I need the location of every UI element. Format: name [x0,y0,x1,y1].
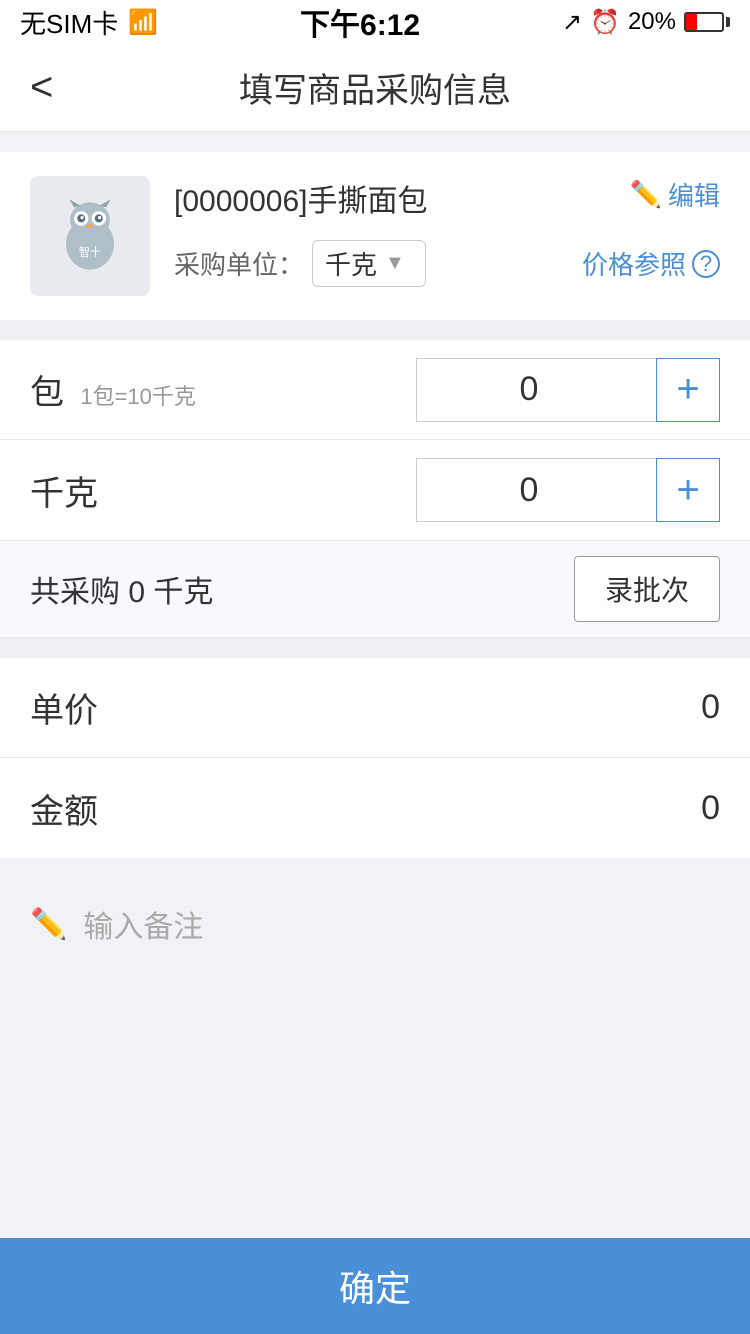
bao-label: 包 [30,374,64,412]
battery-percent: 20% [628,8,676,36]
bao-input-control: + [416,358,720,422]
batch-button[interactable]: 录批次 [574,556,720,622]
status-right: ↗ ⏰ 20% [562,8,730,37]
notes-section[interactable]: ✏️ 输入备注 [0,878,750,970]
quantity-input-section: 包 1包=10千克 + 千克 + [0,340,750,540]
location-icon: ↗ [562,8,582,37]
product-name: [0000006]手撕面包 [174,176,427,220]
bao-plus-button[interactable]: + [656,358,720,422]
kg-quantity-input[interactable] [416,458,656,522]
edit-icon: ✏️ [630,179,662,210]
product-image: 智十 [30,176,150,296]
section-divider-2 [0,638,750,658]
alarm-icon: ⏰ [590,8,620,37]
unit-price-label: 单价 [30,683,98,732]
kg-input-control: + [416,458,720,522]
unit-price-value: 0 [701,688,720,727]
unit-label: 采购单位： [174,245,304,282]
battery-icon [684,12,730,32]
bao-label-group: 包 1包=10千克 [30,365,416,414]
amount-row: 金额 0 [0,758,750,858]
edit-button[interactable]: ✏️ 编辑 [630,176,720,213]
product-name-row: [0000006]手撕面包 ✏️ 编辑 [174,176,720,220]
unit-select[interactable]: 千克 ▼ [312,240,426,287]
status-time: 下午6:12 [300,0,420,44]
kg-plus-button[interactable]: + [656,458,720,522]
pencil-icon: ✏️ [30,907,67,942]
amount-label: 金额 [30,784,98,833]
chevron-down-icon: ▼ [385,252,405,275]
nav-bar: < 填写商品采购信息 [0,44,750,132]
confirm-button[interactable]: 确定 [0,1238,750,1334]
summary-text: 共采购 0 千克 [30,567,213,611]
bao-input-row: 包 1包=10千克 + [0,340,750,440]
back-button[interactable]: < [30,65,90,110]
svg-text:智十: 智十 [79,245,101,259]
section-divider-1 [0,320,750,340]
kg-label: 千克 [30,475,98,513]
status-left: 无SIM卡 📶 [20,4,158,41]
kg-label-group: 千克 [30,466,416,515]
amount-value: 0 [701,789,720,828]
notes-placeholder: 输入备注 [83,902,203,946]
price-reference-button[interactable]: 价格参照 ? [582,245,720,282]
bao-quantity-input[interactable] [416,358,656,422]
price-section: 单价 0 金额 0 [0,658,750,858]
unit-price-row: 单价 0 [0,658,750,758]
wifi-icon: 📶 [128,8,158,37]
kg-input-row: 千克 + [0,440,750,540]
product-info: [0000006]手撕面包 ✏️ 编辑 采购单位： 千克 ▼ 价格参照 ? [174,176,720,287]
product-card: 智十 [0000006]手撕面包 ✏️ 编辑 采购单位： 千克 ▼ 价格参照 [0,152,750,320]
carrier-text: 无SIM卡 [20,4,118,41]
page-title: 填写商品采购信息 [239,63,511,112]
product-unit-row: 采购单位： 千克 ▼ 价格参照 ? [174,240,720,287]
status-bar: 无SIM卡 📶 下午6:12 ↗ ⏰ 20% [0,0,750,44]
summary-section: 共采购 0 千克 录批次 [0,540,750,638]
summary-row: 共采购 0 千克 录批次 [0,541,750,637]
info-icon: ? [692,250,720,278]
bao-sub-label: 1包=10千克 [80,384,196,409]
